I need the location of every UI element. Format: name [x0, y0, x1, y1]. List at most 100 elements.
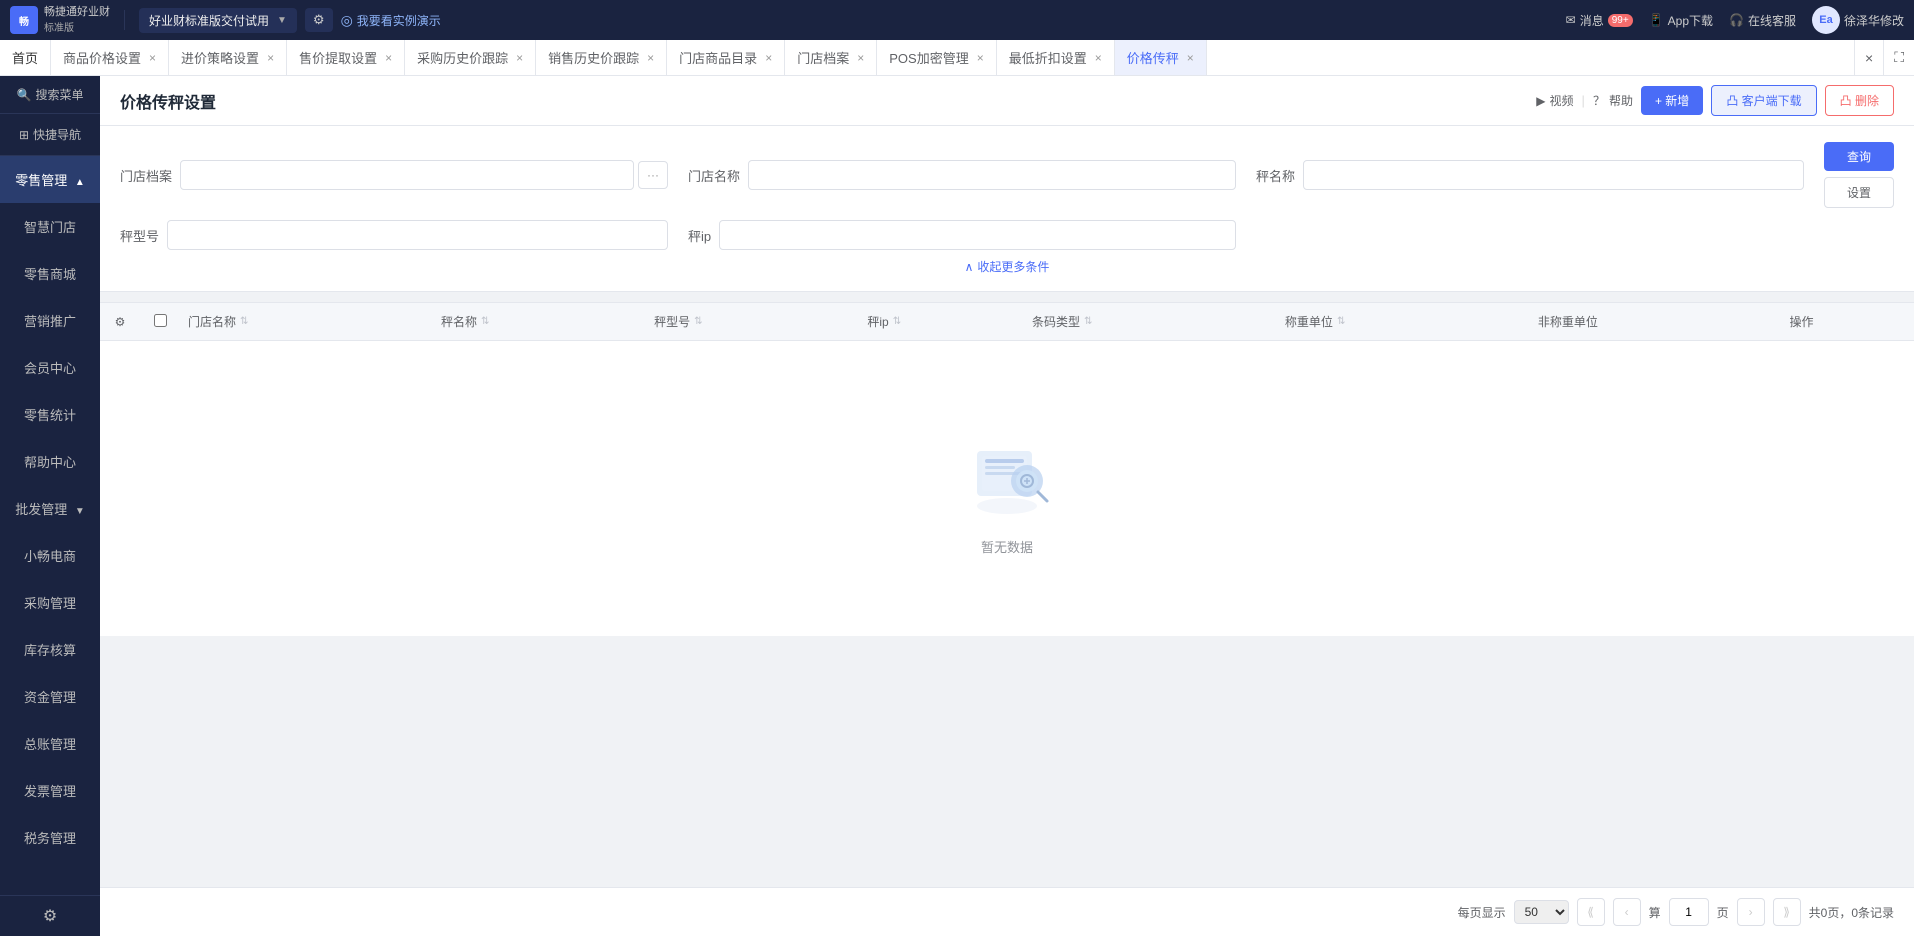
sidebar-item-ecommerce[interactable]: 小畅电商	[0, 532, 100, 579]
tab-purchase-strategy[interactable]: 进价策略设置 ×	[169, 40, 287, 76]
download-button[interactable]: 凸 客户端下载	[1711, 85, 1816, 116]
sidebar-item-onlinestore[interactable]: 零售商城	[0, 250, 100, 297]
close-icon[interactable]: ×	[267, 51, 274, 65]
tab-price-scale[interactable]: 价格传秤 ×	[1115, 40, 1207, 76]
close-icon[interactable]: ×	[1095, 51, 1102, 65]
sidebar-item-wholesale[interactable]: 批发管理 ▼	[0, 485, 100, 532]
sidebar-item-ledger[interactable]: 总账管理	[0, 720, 100, 767]
sidebar-item-help[interactable]: 帮助中心	[0, 438, 100, 485]
close-icon[interactable]: ×	[385, 51, 392, 65]
close-tab-button[interactable]: ×	[1854, 40, 1883, 76]
data-table: ⚙ 门店名称 ⇅ 秤名称	[100, 302, 1914, 636]
sidebar-item-retail-stats[interactable]: 零售统计	[0, 391, 100, 438]
scale-ip-input[interactable]	[719, 220, 1236, 250]
download-button-label: 凸 客户端下载	[1726, 92, 1801, 109]
tab-pos-encrypt-label: POS加密管理	[889, 48, 968, 67]
delete-button[interactable]: 凸 删除	[1825, 85, 1894, 116]
sidebar-item-purchase-label: 采购管理	[24, 596, 76, 611]
table-th-scale-name[interactable]: 秤名称 ⇅	[433, 303, 646, 341]
scale-name-input[interactable]	[1303, 160, 1804, 190]
table-th-settings[interactable]: ⚙	[100, 303, 140, 341]
sidebar-item-finance[interactable]: 资金管理	[0, 673, 100, 720]
page-number-input[interactable]	[1669, 898, 1709, 926]
delete-button-label: 凸 删除	[1840, 92, 1879, 109]
th-barcode-type-label: 条码类型	[1032, 313, 1080, 330]
query-button[interactable]: 查询	[1824, 142, 1894, 171]
help-link[interactable]: ？ 帮助	[1593, 92, 1633, 109]
page-prefix-label: 算	[1649, 904, 1661, 921]
tab-purchase-history[interactable]: 采购历史价跟踪 ×	[405, 40, 536, 76]
add-button[interactable]: + 新增	[1641, 86, 1703, 115]
table-th-store-name[interactable]: 门店名称 ⇅	[180, 303, 433, 341]
online-service-label: 在线客服	[1748, 12, 1796, 29]
tab-goods-price[interactable]: 商品价格设置 ×	[51, 40, 169, 76]
close-icon[interactable]: ×	[149, 51, 156, 65]
sidebar-settings-icon[interactable]: ⚙	[43, 906, 57, 926]
sidebar-quick-nav[interactable]: ⊞ 快捷导航	[0, 118, 100, 151]
app-download-button[interactable]: 📱 App下载	[1649, 12, 1713, 29]
last-page-button[interactable]: ⟫	[1773, 898, 1801, 926]
store-profile-more-button[interactable]: ···	[638, 161, 668, 189]
tab-home[interactable]: 首页	[0, 40, 51, 76]
close-icon[interactable]: ×	[765, 51, 772, 65]
play-icon: ▶	[1536, 94, 1545, 108]
demo-link[interactable]: ◎ 我要看实例演示	[341, 12, 441, 29]
sort-icon: ⇅	[240, 316, 248, 327]
filter-row-1: 门店档案 ··· 门店名称 秤名称 查询	[120, 142, 1894, 208]
settings-filter-button[interactable]: 设置	[1824, 177, 1894, 208]
sidebar-item-member[interactable]: 会员中心	[0, 344, 100, 391]
top-bar-left: 畅 畅捷通好业财 标准版 好业财标准版交付试用 ▼ ⚙ ◎ 我要看实例演示	[10, 6, 441, 34]
sidebar-item-invoice[interactable]: 发票管理	[0, 767, 100, 814]
th-sort-scale-name: 秤名称 ⇅	[441, 313, 489, 330]
sidebar-item-onlinestore-label: 零售商城	[24, 267, 76, 282]
sidebar-item-inventory-label: 库存核算	[24, 643, 76, 658]
messages-button[interactable]: ✉ 消息 99+	[1566, 12, 1633, 29]
select-all-checkbox[interactable]	[154, 314, 167, 327]
env-selector[interactable]: 好业财标准版交付试用 ▼	[139, 8, 297, 33]
store-profile-input[interactable]	[180, 160, 634, 190]
video-label: 视频	[1550, 92, 1574, 109]
sidebar-item-smartstore[interactable]: 智慧门店	[0, 203, 100, 250]
first-page-button[interactable]: ⟪	[1577, 898, 1605, 926]
next-page-button[interactable]: ›	[1737, 898, 1765, 926]
sidebar-item-inventory[interactable]: 库存核算	[0, 626, 100, 673]
settings-icon[interactable]: ⚙	[305, 8, 333, 32]
collapse-bar[interactable]: ∧ 收起更多条件	[120, 254, 1894, 283]
sidebar-item-ecommerce-label: 小畅电商	[24, 549, 76, 564]
sidebar-item-tax[interactable]: 税务管理	[0, 814, 100, 861]
page-suffix-label: 页	[1717, 904, 1729, 921]
online-service-button[interactable]: 🎧 在线客服	[1729, 12, 1796, 29]
quick-nav-icon: ⊞	[19, 128, 29, 142]
user-menu[interactable]: Ea 徐泽华修改	[1812, 6, 1904, 34]
tab-sales-history[interactable]: 销售历史价跟踪 ×	[536, 40, 667, 76]
close-icon[interactable]: ×	[516, 51, 523, 65]
maximize-tab-button[interactable]: ⛶	[1883, 40, 1914, 76]
sidebar-item-retail[interactable]: 零售管理 ▲	[0, 156, 100, 203]
table-th-checkbox[interactable]	[140, 303, 180, 341]
sidebar-item-marketing[interactable]: 营销推广	[0, 297, 100, 344]
tab-store-catalog[interactable]: 门店商品目录 ×	[667, 40, 785, 76]
scale-model-input[interactable]	[167, 220, 668, 250]
sidebar-item-purchase[interactable]: 采购管理	[0, 579, 100, 626]
tab-sale-price[interactable]: 售价提取设置 ×	[287, 40, 405, 76]
close-icon[interactable]: ×	[647, 51, 654, 65]
sidebar-search[interactable]: 🔍 搜索菜单	[0, 76, 100, 114]
video-link[interactable]: ▶ 视频	[1536, 92, 1573, 109]
tab-pos-encrypt[interactable]: POS加密管理 ×	[877, 40, 996, 76]
per-page-select[interactable]: 50 10 20 100	[1514, 900, 1569, 924]
table-th-scale-ip[interactable]: 秤ip ⇅	[859, 303, 1024, 341]
expand-arrow-icon: ▼	[75, 506, 85, 517]
close-icon[interactable]: ×	[857, 51, 864, 65]
store-name-input[interactable]	[748, 160, 1236, 190]
table-settings-icon[interactable]: ⚙	[115, 315, 126, 329]
tab-store-profile[interactable]: 门店档案 ×	[785, 40, 877, 76]
prev-page-button[interactable]: ‹	[1613, 898, 1641, 926]
table-th-weigh-unit[interactable]: 称重单位 ⇅	[1277, 303, 1530, 341]
table-th-scale-model[interactable]: 秤型号 ⇅	[646, 303, 859, 341]
tab-sales-history-label: 销售历史价跟踪	[548, 48, 639, 67]
close-icon[interactable]: ×	[1187, 51, 1194, 65]
table-th-barcode-type[interactable]: 条码类型 ⇅	[1024, 303, 1277, 341]
tab-min-discount[interactable]: 最低折扣设置 ×	[997, 40, 1115, 76]
sidebar: 🔍 搜索菜单 ⊞ 快捷导航 零售管理 ▲ 智慧门店 零售商城 营销推广	[0, 76, 100, 936]
close-icon[interactable]: ×	[977, 51, 984, 65]
